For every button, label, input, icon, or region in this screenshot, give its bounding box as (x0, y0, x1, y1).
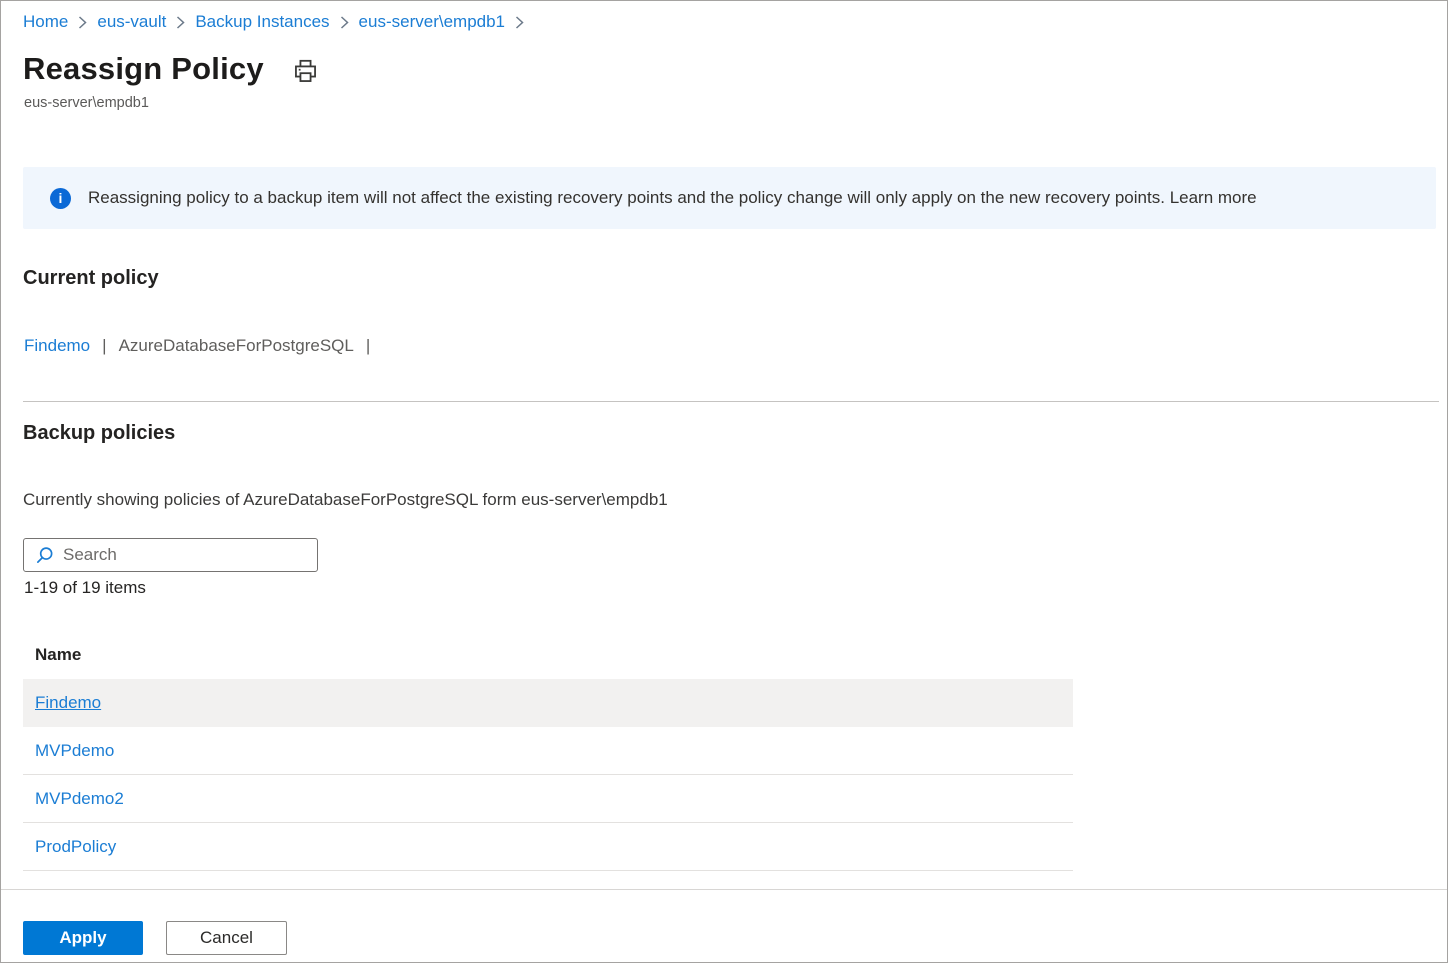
title-row: Reassign Policy (23, 47, 1447, 91)
chevron-right-icon (515, 16, 524, 29)
policy-separator: | (102, 335, 107, 355)
apply-button[interactable]: Apply (23, 921, 143, 955)
chevron-right-icon (78, 16, 87, 29)
footer-actions: Apply Cancel (23, 921, 1447, 955)
breadcrumb: Home eus-vault Backup Instances eus-serv… (1, 1, 1447, 33)
chevron-right-icon (176, 16, 185, 29)
page-subtitle: eus-server\empdb1 (24, 95, 149, 111)
current-policy-name-link[interactable]: Findemo (24, 336, 90, 356)
backup-policies-heading: Backup policies (23, 422, 176, 444)
policy-link[interactable]: MVPdemo2 (35, 789, 124, 809)
policy-separator: | (365, 335, 371, 355)
policy-link[interactable]: MVPdemo (35, 741, 114, 761)
page-title: Reassign Policy (23, 51, 264, 86)
info-icon: i (50, 187, 71, 209)
breadcrumb-eus-server-empdb1[interactable]: eus-server\empdb1 (359, 12, 505, 32)
search-input[interactable] (63, 545, 309, 565)
items-count: 1-19 of 19 items (24, 578, 146, 597)
cancel-button[interactable]: Cancel (166, 921, 287, 955)
search-icon (35, 546, 54, 565)
policies-table: Name Findemo MVPdemo MVPdemo2 ProdPolicy (23, 631, 1073, 871)
info-banner: i Reassigning policy to a backup item wi… (23, 167, 1436, 229)
search-box (23, 538, 318, 572)
table-row[interactable]: Findemo (23, 679, 1073, 727)
section-divider (23, 401, 1439, 402)
policy-link[interactable]: Findemo (35, 693, 101, 713)
table-row[interactable]: ProdPolicy (23, 823, 1073, 871)
policy-link[interactable]: ProdPolicy (35, 837, 116, 857)
chevron-right-icon (340, 16, 349, 29)
breadcrumb-eus-vault[interactable]: eus-vault (97, 12, 166, 32)
current-policy-heading: Current policy (23, 267, 159, 289)
column-header-name: Name (35, 645, 82, 664)
learn-more-link[interactable]: Learn more (1170, 188, 1257, 207)
reassign-policy-page: Home eus-vault Backup Instances eus-serv… (0, 0, 1448, 963)
table-row[interactable]: MVPdemo2 (23, 775, 1073, 823)
table-header: Name (23, 631, 1073, 679)
banner-message: Reassigning policy to a backup item will… (88, 188, 1165, 207)
policies-description: Currently showing policies of AzureDatab… (23, 490, 668, 509)
current-policy-type: AzureDatabaseForPostgreSQL (118, 335, 354, 355)
table-row[interactable]: MVPdemo (23, 727, 1073, 775)
current-policy-line: Findemo | AzureDatabaseForPostgreSQL | (24, 334, 1447, 357)
breadcrumb-backup-instances[interactable]: Backup Instances (195, 12, 329, 32)
print-icon[interactable] (292, 58, 319, 85)
breadcrumb-home[interactable]: Home (23, 12, 68, 32)
footer-divider (1, 889, 1447, 890)
